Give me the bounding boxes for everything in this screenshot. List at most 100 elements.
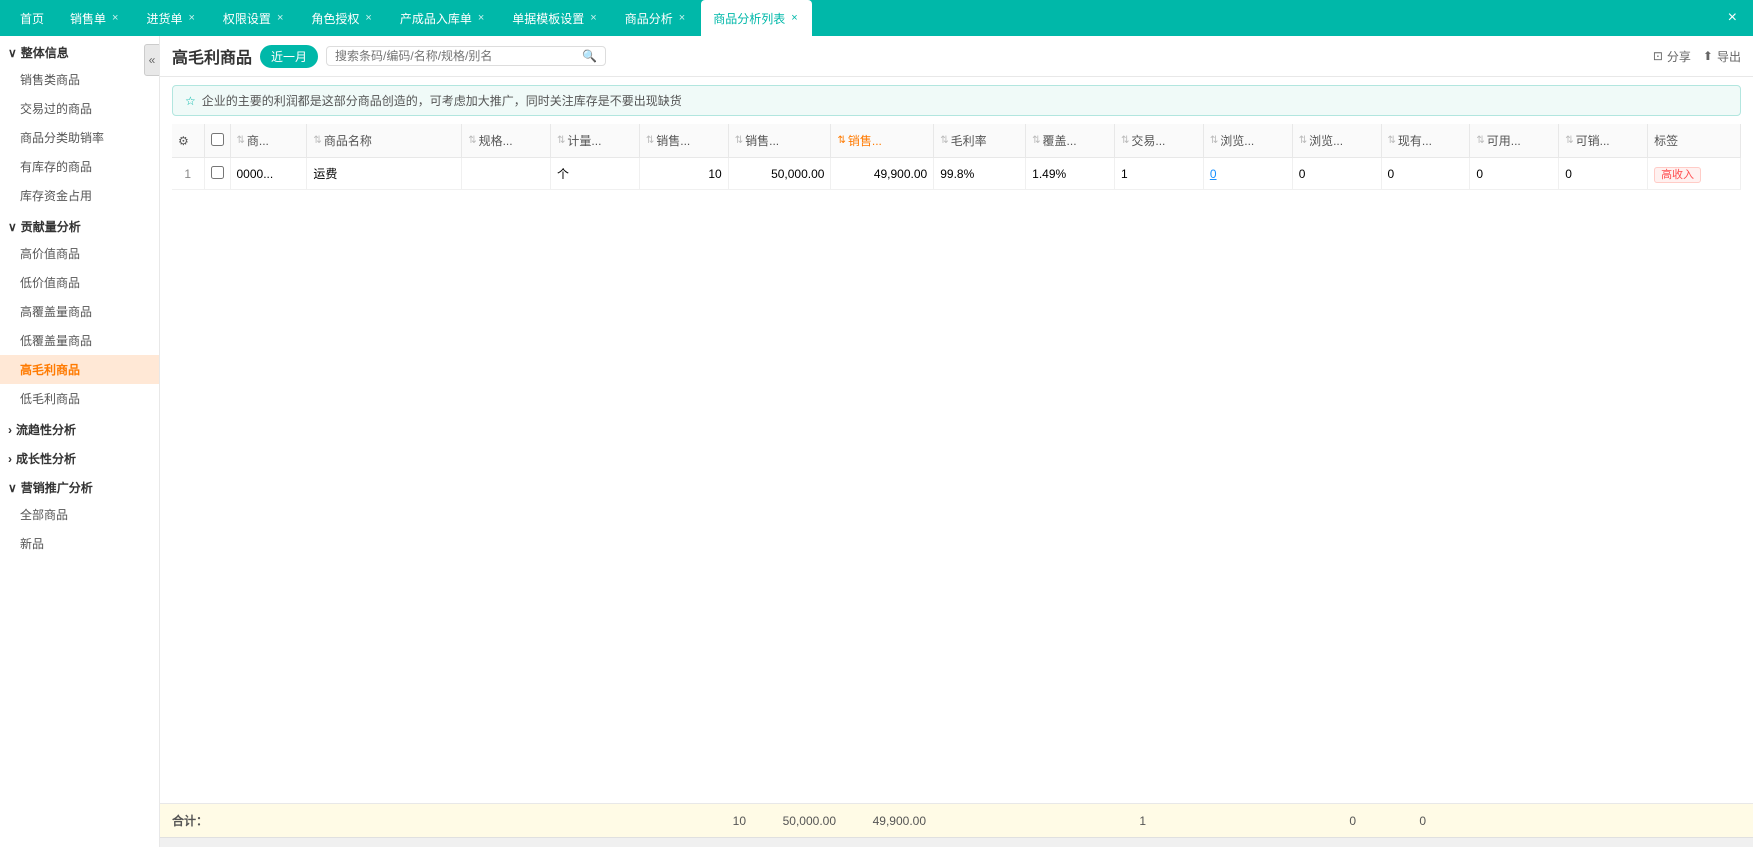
col-code[interactable]: ⇅商... xyxy=(230,124,307,158)
sidebar-item-in-stock[interactable]: 有库存的商品 xyxy=(0,152,159,181)
col-browse1[interactable]: ⇅浏览... xyxy=(1203,124,1292,158)
info-bar: ☆ 企业的主要的利润都是这部分商品创造的，可考虑加大推广，同时关注库存是不要出现… xyxy=(172,85,1741,116)
sidebar-item-low-value[interactable]: 低价值商品 xyxy=(0,268,159,297)
search-input[interactable] xyxy=(335,49,578,63)
close-roles-tab[interactable]: × xyxy=(363,12,373,24)
row-browse1[interactable]: 0 xyxy=(1203,158,1292,190)
content-area: 高毛利商品 近一月 🔍 ⊡ 分享 ⬆ 导出 ☆ 企业的主要的利润都是这部分商品创… xyxy=(160,36,1753,847)
sidebar-collapse-button[interactable]: « xyxy=(144,44,160,76)
header-actions: ⊡ 分享 ⬆ 导出 xyxy=(1653,48,1741,65)
col-sellable[interactable]: ⇅可销... xyxy=(1559,124,1648,158)
total-sales-cost: 49,900.00 xyxy=(842,814,932,828)
row-coverage: 1.49% xyxy=(1026,158,1115,190)
sidebar-item-high-value[interactable]: 高价值商品 xyxy=(0,239,159,268)
close-inbound-tab[interactable]: × xyxy=(476,12,486,24)
col-browse2[interactable]: ⇅浏览... xyxy=(1292,124,1381,158)
close-template-tab[interactable]: × xyxy=(588,12,598,24)
row-current-stock: 0 xyxy=(1381,158,1470,190)
sidebar-group-trend[interactable]: › 流趋性分析 xyxy=(0,413,159,442)
filter-recent-month-button[interactable]: 近一月 xyxy=(260,45,318,68)
info-icon: ☆ xyxy=(185,94,196,108)
row-num: 1 xyxy=(172,158,204,190)
close-permissions-tab[interactable]: × xyxy=(275,12,285,24)
close-all-button[interactable]: × xyxy=(1720,9,1745,27)
close-product-analysis-tab[interactable]: × xyxy=(677,12,687,24)
col-available[interactable]: ⇅可用... xyxy=(1470,124,1559,158)
col-sales-cost[interactable]: ⇅销售... xyxy=(831,124,934,158)
col-settings[interactable]: ⚙ xyxy=(172,124,204,158)
row-checkbox[interactable] xyxy=(211,166,224,179)
sidebar: « ∨ 整体信息 销售类商品 交易过的商品 商品分类助销率 有库存的商品 库存资… xyxy=(0,36,160,847)
share-button[interactable]: ⊡ 分享 xyxy=(1653,48,1691,65)
row-sales-amount: 50,000.00 xyxy=(728,158,831,190)
nav-product-analysis-list[interactable]: 商品分析列表 × xyxy=(701,0,811,36)
nav-template[interactable]: 单据模板设置 × xyxy=(500,0,610,36)
col-coverage[interactable]: ⇅覆盖... xyxy=(1026,124,1115,158)
horizontal-scrollbar[interactable] xyxy=(160,837,1753,847)
nav-home[interactable]: 首页 xyxy=(8,0,56,36)
sidebar-group-marketing[interactable]: ∨ 营销推广分析 xyxy=(0,471,159,500)
col-current-stock[interactable]: ⇅现有... xyxy=(1381,124,1470,158)
search-box: 🔍 xyxy=(326,46,606,66)
col-sales-amount[interactable]: ⇅销售... xyxy=(728,124,831,158)
col-checkbox[interactable] xyxy=(204,124,230,158)
col-tag: 标签 xyxy=(1648,124,1741,158)
sidebar-group-growth[interactable]: › 成长性分析 xyxy=(0,442,159,471)
col-sort-icon: ⇅ xyxy=(237,135,245,146)
table-container: ⚙ ⇅商... ⇅商品名称 ⇅规格... xyxy=(160,124,1753,803)
nav-permissions[interactable]: 权限设置 × xyxy=(211,0,297,36)
row-gross-rate: 99.8% xyxy=(934,158,1026,190)
sidebar-item-low-margin[interactable]: 低毛利商品 xyxy=(0,384,159,413)
total-sales-amount: 50,000.00 xyxy=(752,814,842,828)
row-unit: 个 xyxy=(551,158,640,190)
products-table: ⚙ ⇅商... ⇅商品名称 ⇅规格... xyxy=(172,124,1741,190)
col-name[interactable]: ⇅商品名称 xyxy=(307,124,462,158)
row-available: 0 xyxy=(1470,158,1559,190)
close-purchase-tab[interactable]: × xyxy=(186,12,196,24)
sidebar-group-overall[interactable]: ∨ 整体信息 xyxy=(0,36,159,65)
content-header: 高毛利商品 近一月 🔍 ⊡ 分享 ⬆ 导出 xyxy=(160,36,1753,77)
footer-total-row: 合计： 10 50,000.00 49,900.00 1 0 0 xyxy=(160,803,1753,837)
export-icon: ⬆ xyxy=(1703,49,1713,63)
sidebar-item-all-goods[interactable]: 全部商品 xyxy=(0,500,159,529)
sidebar-item-new-goods[interactable]: 新品 xyxy=(0,529,159,558)
row-transaction: 1 xyxy=(1115,158,1204,190)
total-current-stock: 0 xyxy=(1292,814,1362,828)
sidebar-item-low-coverage[interactable]: 低覆盖量商品 xyxy=(0,326,159,355)
sidebar-item-category-rate[interactable]: 商品分类助销率 xyxy=(0,123,159,152)
row-name: 运费 xyxy=(307,158,462,190)
sidebar-item-stock-capital[interactable]: 库存资金占用 xyxy=(0,181,159,210)
nav-purchase[interactable]: 进货单 × xyxy=(134,0,208,36)
select-all-checkbox[interactable] xyxy=(211,133,224,146)
sidebar-group-contribution[interactable]: ∨ 贡献量分析 xyxy=(0,210,159,239)
top-navigation: 首页 销售单 × 进货单 × 权限设置 × 角色授权 × 产成品入库单 × 单据… xyxy=(0,0,1753,36)
sidebar-item-traded-goods[interactable]: 交易过的商品 xyxy=(0,94,159,123)
col-gross-rate[interactable]: ⇅毛利率 xyxy=(934,124,1026,158)
row-sellable: 0 xyxy=(1559,158,1648,190)
col-spec[interactable]: ⇅规格... xyxy=(462,124,551,158)
page-title: 高毛利商品 xyxy=(172,44,252,68)
total-available: 0 xyxy=(1362,814,1432,828)
sidebar-item-sales-goods[interactable]: 销售类商品 xyxy=(0,65,159,94)
close-sales-tab[interactable]: × xyxy=(110,12,120,24)
nav-product-analysis[interactable]: 商品分析 × xyxy=(613,0,699,36)
export-button[interactable]: ⬆ 导出 xyxy=(1703,48,1741,65)
tag-badge: 高收入 xyxy=(1654,167,1701,183)
nav-roles[interactable]: 角色授权 × xyxy=(299,0,385,36)
table-row: 1 0000... 运费 个 10 50,000.00 49,900.00 99… xyxy=(172,158,1741,190)
row-sales-count: 10 xyxy=(639,158,728,190)
nav-sales[interactable]: 销售单 × xyxy=(58,0,132,36)
col-name-sort: ⇅ xyxy=(313,135,321,146)
close-product-analysis-list-tab[interactable]: × xyxy=(789,12,799,24)
total-label: 合计： xyxy=(172,812,352,829)
sidebar-item-high-coverage[interactable]: 高覆盖量商品 xyxy=(0,297,159,326)
col-sales-count[interactable]: ⇅销售... xyxy=(639,124,728,158)
row-code: 0000... xyxy=(230,158,307,190)
row-browse2: 0 xyxy=(1292,158,1381,190)
sidebar-item-high-margin[interactable]: 高毛利商品 xyxy=(0,355,159,384)
col-transaction[interactable]: ⇅交易... xyxy=(1115,124,1204,158)
search-icon[interactable]: 🔍 xyxy=(582,49,597,63)
nav-inbound[interactable]: 产成品入库单 × xyxy=(388,0,498,36)
col-unit[interactable]: ⇅计量... xyxy=(551,124,640,158)
total-transaction: 1 xyxy=(1072,814,1152,828)
